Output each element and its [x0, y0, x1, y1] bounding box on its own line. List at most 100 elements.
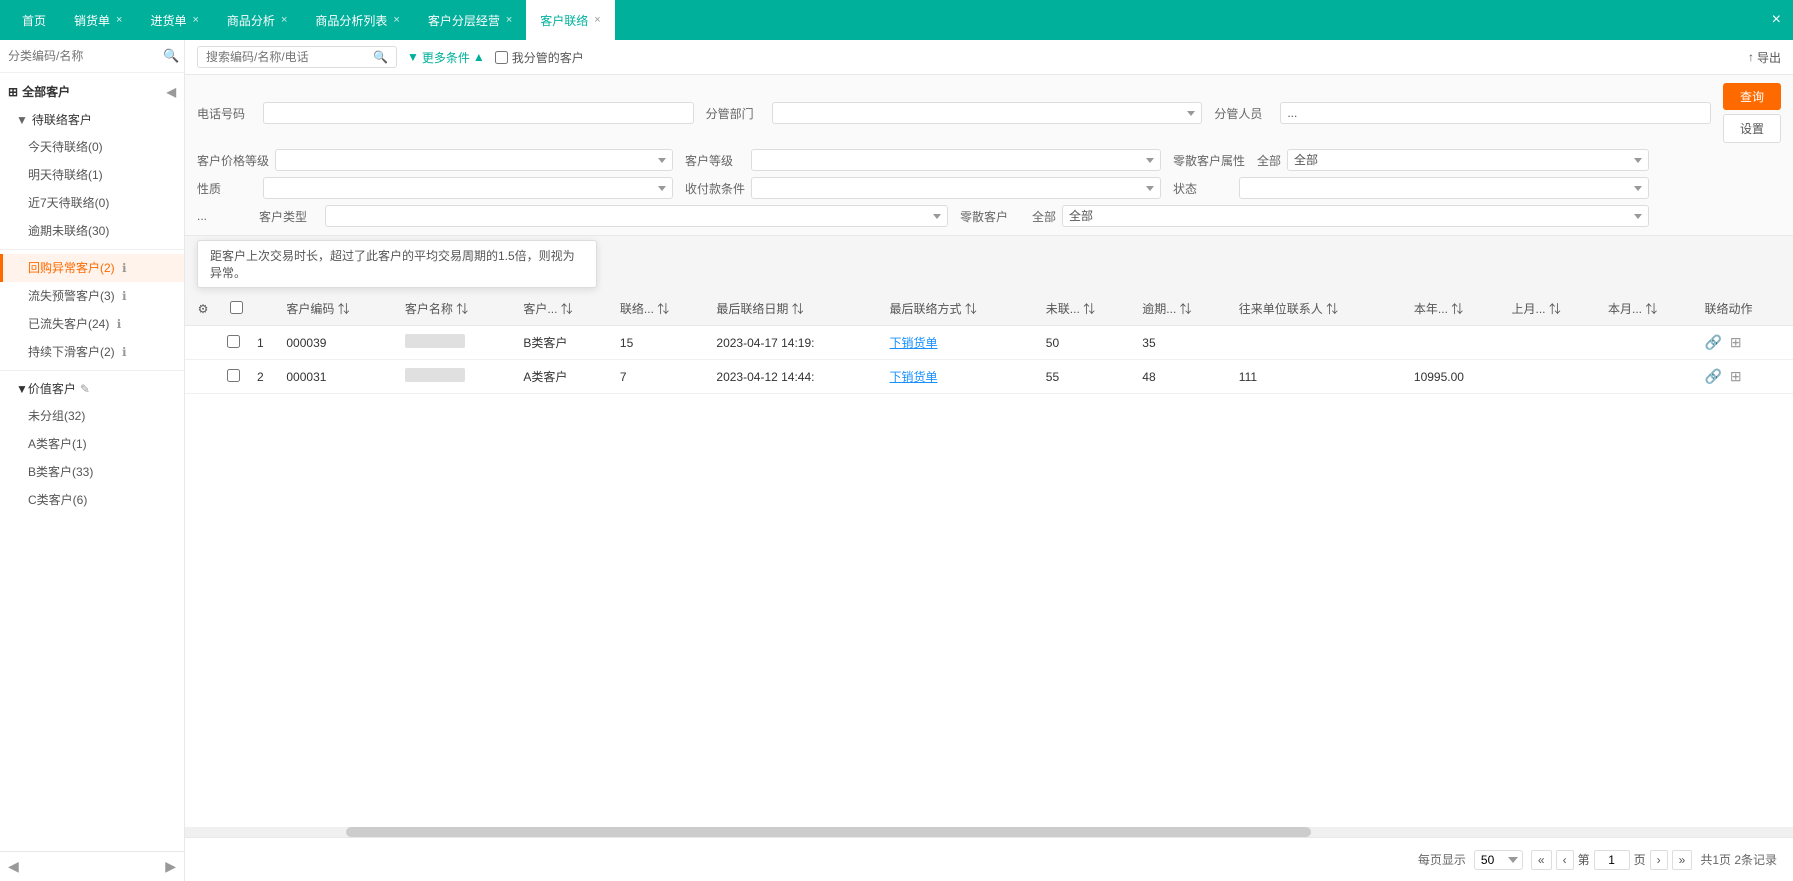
- next-page-btn[interactable]: ›: [1650, 850, 1668, 870]
- th-gear[interactable]: ⚙: [185, 292, 221, 326]
- select-all-checkbox[interactable]: [230, 301, 243, 314]
- sidebar-today-pending[interactable]: 今天待联络(0): [0, 133, 184, 161]
- value-edit-icon[interactable]: ✎: [80, 382, 90, 396]
- th-customer-level[interactable]: 客户... ⇅: [517, 292, 614, 326]
- sidebar-pending-section[interactable]: ▼ 待联络客户: [0, 106, 184, 133]
- tab-sales[interactable]: 销货单 ×: [60, 0, 136, 40]
- sort-icon-name: ⇅: [456, 302, 468, 316]
- customer-type-select[interactable]: [325, 205, 948, 227]
- sidebar-7day-pending[interactable]: 近7天待联络(0): [0, 189, 184, 217]
- sort-icon-unit: ⇅: [1326, 302, 1338, 316]
- query-button[interactable]: 查询: [1723, 83, 1781, 110]
- filter-more-btn[interactable]: ▼ 更多条件 ▲: [407, 49, 485, 66]
- sidebar-collapse-icon[interactable]: ◀: [167, 85, 176, 99]
- row-unit-contact: [1233, 326, 1408, 360]
- horizontal-scrollbar[interactable]: [185, 827, 1793, 837]
- tab-purchase-close[interactable]: ×: [192, 14, 198, 26]
- th-last-month[interactable]: 上月... ⇅: [1505, 292, 1602, 326]
- row-cb-1[interactable]: [227, 369, 240, 382]
- sidebar-search-icon[interactable]: 🔍: [163, 48, 179, 64]
- sidebar: 🔍 ⊞ 全部客户 ◀ ▼ 待联络客户 今天待联络(0) 明天待联络(1) 近7天…: [0, 40, 185, 881]
- prev-page-btn[interactable]: ‹: [1556, 850, 1574, 870]
- branch-dept-select[interactable]: [772, 102, 1203, 124]
- page-number-input[interactable]: [1594, 850, 1630, 870]
- sidebar-bottom-right[interactable]: ▶: [165, 858, 176, 875]
- page-size-select[interactable]: 20 50 100: [1474, 850, 1523, 870]
- tab-customer-layer-close[interactable]: ×: [506, 14, 512, 26]
- tab-customer-contact-close[interactable]: ×: [594, 14, 600, 26]
- th-contact-count[interactable]: 联络... ⇅: [614, 292, 711, 326]
- th-overdue[interactable]: 逾期... ⇅: [1136, 292, 1233, 326]
- sidebar-all-customers[interactable]: ⊞ 全部客户 ◀: [0, 77, 184, 106]
- sidebar-overdue-pending[interactable]: 逾期未联络(30): [0, 217, 184, 245]
- th-customer-code[interactable]: 客户编码 ⇅: [280, 292, 399, 326]
- tab-product-analysis[interactable]: 商品分析 ×: [213, 0, 301, 40]
- tab-customer-layer[interactable]: 客户分层经营 ×: [414, 0, 526, 40]
- th-uncontact[interactable]: 未联... ⇅: [1040, 292, 1137, 326]
- sidebar-a-class[interactable]: A类客户(1): [0, 430, 184, 458]
- sidebar-b-class[interactable]: B类客户(33): [0, 458, 184, 486]
- row-cb-0[interactable]: [227, 335, 240, 348]
- sidebar-churn-warning[interactable]: 流失预警客户(3) ℹ: [0, 282, 184, 310]
- payment-field: 收付款条件: [685, 177, 1161, 199]
- row-overdue: 48: [1136, 360, 1233, 394]
- table-header-row: ⚙ 客户编码 ⇅ 客户名称 ⇅ 客户... ⇅ 联络.: [185, 292, 1793, 326]
- row-seq: 2: [251, 360, 280, 394]
- sidebar-lost-customers[interactable]: 已流失客户(24) ℹ: [0, 310, 184, 338]
- first-page-btn[interactable]: «: [1531, 850, 1552, 870]
- table-body: 1 000039 B类客户 15 2023-04-17 14:19: 下销货单 …: [185, 326, 1793, 394]
- filter-row-2: 客户价格等级 客户等级 零散客户属性 全部 全部: [197, 149, 1781, 171]
- row-this-month: [1602, 326, 1699, 360]
- nav-global-close[interactable]: ×: [1772, 11, 1781, 29]
- row-last-method[interactable]: 下销货单: [884, 360, 1040, 394]
- table-container: ⚙ 客户编码 ⇅ 客户名称 ⇅ 客户... ⇅ 联络.: [185, 292, 1793, 827]
- sidebar-declining-customers[interactable]: 持续下滑客户(2) ℹ: [0, 338, 184, 366]
- branch-person-input[interactable]: [1280, 102, 1711, 124]
- row-contact: 15: [614, 326, 711, 360]
- last-page-btn[interactable]: »: [1672, 850, 1693, 870]
- action-link-icon[interactable]: 🔗: [1704, 334, 1721, 351]
- tab-purchase[interactable]: 进货单 ×: [136, 0, 212, 40]
- row-last-method[interactable]: 下销货单: [884, 326, 1040, 360]
- tab-home[interactable]: 首页: [8, 0, 60, 40]
- scrollbar-thumb[interactable]: [346, 827, 1311, 837]
- row-checkbox[interactable]: [221, 360, 251, 394]
- th-last-contact-date[interactable]: 最后联络日期 ⇅: [710, 292, 883, 326]
- tab-product-list[interactable]: 商品分析列表 ×: [301, 0, 413, 40]
- row-checkbox[interactable]: [221, 326, 251, 360]
- sidebar-ungrouped[interactable]: 未分组(32): [0, 402, 184, 430]
- status-select[interactable]: [1239, 177, 1649, 199]
- action-link-icon[interactable]: 🔗: [1704, 368, 1721, 385]
- sidebar-c-class[interactable]: C类客户(6): [0, 486, 184, 514]
- filter-search-icon[interactable]: 🔍: [373, 50, 388, 64]
- nature-select[interactable]: [263, 177, 673, 199]
- sidebar-search-input[interactable]: [8, 49, 163, 63]
- sidebar-bottom-left[interactable]: ◀: [8, 858, 19, 875]
- th-this-month[interactable]: 本月... ⇅: [1602, 292, 1699, 326]
- tab-sales-close[interactable]: ×: [116, 14, 122, 26]
- sidebar-repurchase-abnormal[interactable]: 回购异常客户(2) ℹ: [0, 254, 184, 282]
- th-checkbox[interactable]: [221, 292, 251, 326]
- my-customers-checkbox[interactable]: [495, 51, 508, 64]
- export-button[interactable]: ↑ 导出: [1748, 49, 1781, 66]
- th-this-year[interactable]: 本年... ⇅: [1408, 292, 1506, 326]
- sidebar-tomorrow-pending[interactable]: 明天待联络(1): [0, 161, 184, 189]
- th-unit-contact[interactable]: 往来单位联系人 ⇅: [1233, 292, 1408, 326]
- th-last-contact-method[interactable]: 最后联络方式 ⇅: [884, 292, 1040, 326]
- retail-customer-select[interactable]: 全部: [1062, 205, 1649, 227]
- th-customer-name[interactable]: 客户名称 ⇅: [399, 292, 518, 326]
- nature-field: 性质: [197, 177, 673, 199]
- tab-customer-contact[interactable]: 客户联络 ×: [526, 0, 614, 40]
- filter-search-input[interactable]: [206, 50, 373, 64]
- tab-product-analysis-close[interactable]: ×: [281, 14, 287, 26]
- price-level-select[interactable]: [275, 149, 673, 171]
- payment-select[interactable]: [751, 177, 1161, 199]
- retail-attr-select[interactable]: 全部: [1287, 149, 1649, 171]
- customer-level-select[interactable]: [751, 149, 1161, 171]
- tab-product-list-close[interactable]: ×: [393, 14, 399, 26]
- setting-button[interactable]: 设置: [1723, 114, 1781, 143]
- branch-person-field: 分管人员: [1214, 102, 1711, 124]
- action-grid-icon[interactable]: ⊞: [1730, 334, 1742, 351]
- phone-input[interactable]: [263, 102, 694, 124]
- action-grid-icon[interactable]: ⊞: [1730, 368, 1742, 385]
